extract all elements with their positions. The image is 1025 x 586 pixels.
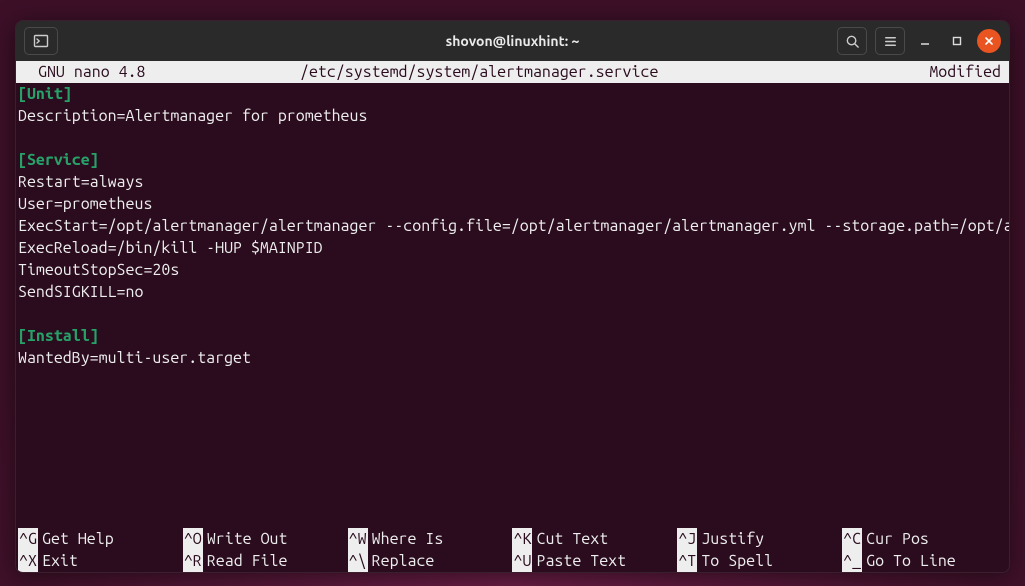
- line-restart: Restart=always: [18, 173, 143, 191]
- maximize-icon: [951, 35, 963, 47]
- new-tab-button[interactable]: [24, 27, 58, 55]
- line-execstart: ExecStart=/opt/alertmanager/alertmanager…: [18, 217, 1009, 235]
- shortcut-justify: ^J Justify: [677, 528, 842, 550]
- shortcut-cut-text: ^K Cut Text: [512, 528, 677, 550]
- window-title: shovon@linuxhint: ~: [446, 33, 580, 49]
- menu-button[interactable]: [875, 27, 905, 55]
- line-execreload: ExecReload=/bin/kill -HUP $MAINPID: [18, 239, 323, 257]
- titlebar[interactable]: shovon@linuxhint: ~: [16, 21, 1009, 61]
- shortcut-replace: ^\ Replace: [348, 550, 513, 572]
- shortcut-exit: ^X Exit: [18, 550, 183, 572]
- nano-header: GNU nano 4.8 /etc/systemd/system/alertma…: [16, 61, 1009, 83]
- hamburger-icon: [883, 34, 898, 49]
- minimize-icon: [919, 35, 931, 47]
- section-service: [Service]: [18, 151, 99, 169]
- shortcut-read-file: ^R Read File: [183, 550, 348, 572]
- shortcut-cur-pos: ^C Cur Pos: [842, 528, 1007, 550]
- close-icon: [984, 36, 994, 46]
- editor-body[interactable]: [Unit] Description=Alertmanager for prom…: [16, 83, 1009, 528]
- shortcut-to-spell: ^T To Spell: [677, 550, 842, 572]
- line-user: User=prometheus: [18, 195, 152, 213]
- nano-status: Modified: [885, 61, 1005, 83]
- line-wantedby: WantedBy=multi-user.target: [18, 349, 251, 367]
- search-button[interactable]: [837, 27, 867, 55]
- terminal-icon: [33, 33, 49, 49]
- nano-version: GNU nano 4.8: [20, 61, 300, 83]
- shortcut-get-help: ^G Get Help: [18, 528, 183, 550]
- line-timeout: TimeoutStopSec=20s: [18, 261, 179, 279]
- line-description: Description=Alertmanager for prometheus: [18, 107, 367, 125]
- minimize-button[interactable]: [913, 29, 937, 53]
- terminal-area[interactable]: GNU nano 4.8 /etc/systemd/system/alertma…: [16, 61, 1009, 572]
- terminal-window: shovon@linuxhint: ~ GNU nano 4.8 /etc/sy…: [15, 20, 1010, 573]
- line-sendsigkill: SendSIGKILL=no: [18, 283, 143, 301]
- section-install: [Install]: [18, 327, 99, 345]
- section-unit: [Unit]: [18, 85, 72, 103]
- shortcut-paste-text: ^U Paste Text: [512, 550, 677, 572]
- shortcut-where-is: ^W Where Is: [348, 528, 513, 550]
- close-button[interactable]: [977, 29, 1001, 53]
- nano-footer: ^G Get Help ^O Write Out ^W Where Is ^K …: [16, 528, 1009, 572]
- maximize-button[interactable]: [945, 29, 969, 53]
- nano-filepath: /etc/systemd/system/alertmanager.service: [300, 61, 885, 83]
- shortcut-go-to-line: ^_ Go To Line: [842, 550, 1007, 572]
- shortcut-write-out: ^O Write Out: [183, 528, 348, 550]
- search-icon: [845, 34, 860, 49]
